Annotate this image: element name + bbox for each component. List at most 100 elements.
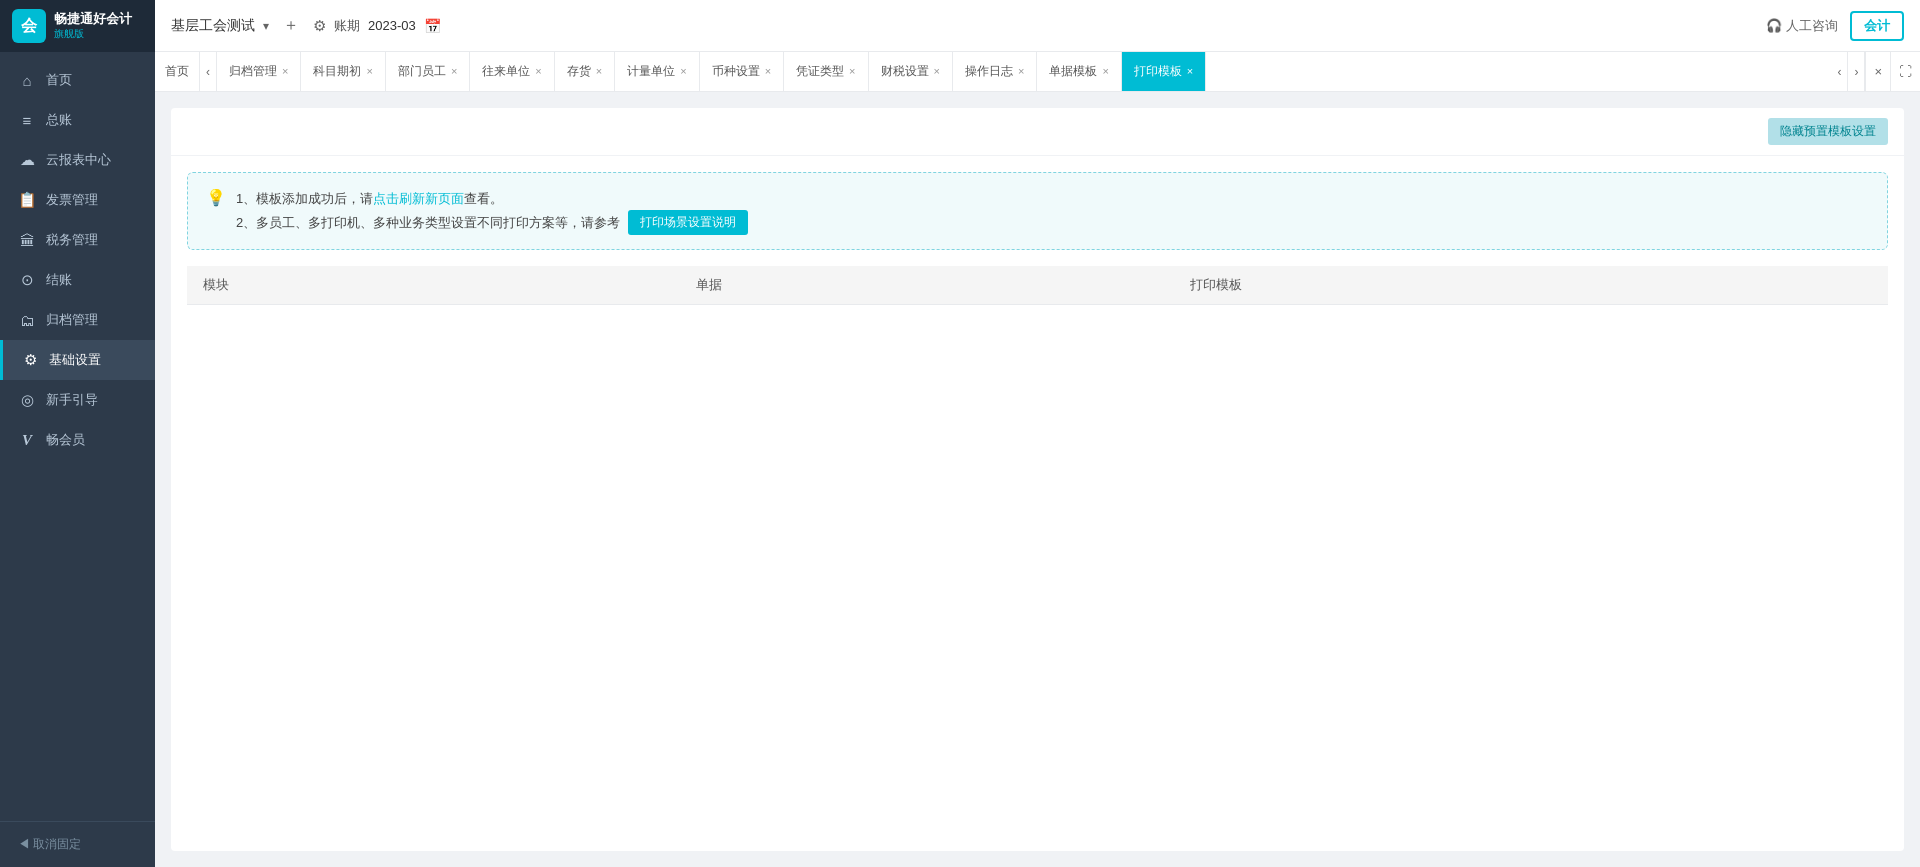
tab-customer-label: 往来单位 [482,63,530,80]
tab-printtemplate[interactable]: 打印模板 × [1122,52,1206,91]
sidebar-item-archive[interactable]: 🗂 归档管理 [0,300,155,340]
hide-template-button[interactable]: 隐藏预置模板设置 [1768,118,1888,145]
archive-icon: 🗂 [18,312,36,329]
col-template: 打印模板 [1174,266,1888,305]
tab-oplog[interactable]: 操作日志 × [953,52,1037,91]
tab-currency-label: 币种设置 [712,63,760,80]
table-container: 模块 单据 打印模板 [171,266,1904,321]
sidebar-item-tax[interactable]: 🏛 税务管理 [0,220,155,260]
sidebar-item-home-label: 首页 [46,71,72,89]
sidebar-unpin[interactable]: ◀ 取消固定 [0,821,155,867]
settings-icon: ⚙ [21,351,39,369]
tab-stock-close[interactable]: × [596,66,602,77]
service-button[interactable]: 🎧 人工咨询 [1766,17,1838,35]
info-line1-suffix: 查看。 [464,191,503,206]
period-label: 账期 [334,17,360,35]
app-logo: 会 畅捷通好会计 旗舰版 [0,0,155,52]
print-template-table: 模块 单据 打印模板 [187,266,1888,305]
tab-voucher-close[interactable]: × [849,66,855,77]
tab-scroll-left[interactable]: ‹ [1831,52,1848,91]
sidebar: 会 畅捷通好会计 旗舰版 ⌂ 首页 ≡ 总账 ☁ 云报表中心 📋 发票管理 🏛 … [0,0,155,867]
col-document: 单据 [680,266,1173,305]
kuaiji-button[interactable]: 会计 [1850,11,1904,41]
guide-icon: ◎ [18,391,36,409]
sidebar-item-closing[interactable]: ⊙ 结账 [0,260,155,300]
tab-close-all[interactable]: × [1865,52,1890,91]
tab-dept-close[interactable]: × [451,66,457,77]
topbar-left: 基层工会测试 ▾ ＋ ⚙ 账期 2023-03 📅 [171,13,441,38]
closing-icon: ⊙ [18,271,36,289]
cloud-icon: ☁ [18,151,36,169]
period-value: 2023-03 [368,18,416,33]
sidebar-item-ledger[interactable]: ≡ 总账 [0,100,155,140]
tab-currency-close[interactable]: × [765,66,771,77]
sidebar-item-settings-label: 基础设置 [49,351,101,369]
sidebar-item-reports-label: 云报表中心 [46,151,111,169]
tab-finance[interactable]: 财税设置 × [869,52,953,91]
ledger-icon: ≡ [18,112,36,129]
sidebar-nav: ⌂ 首页 ≡ 总账 ☁ 云报表中心 📋 发票管理 🏛 税务管理 ⊙ 结账 🗂 归… [0,52,155,821]
content-panel: 隐藏预置模板设置 💡 1、模板添加成功后，请点击刷新新页面查看。 2、多员工、多… [171,108,1904,851]
tab-oplog-label: 操作日志 [965,63,1013,80]
tab-customer[interactable]: 往来单位 × [470,52,554,91]
tab-dept-label: 部门员工 [398,63,446,80]
main-area: 基层工会测试 ▾ ＋ ⚙ 账期 2023-03 📅 🎧 人工咨询 会计 首页 ‹… [155,0,1920,867]
tab-expand[interactable]: ⛶ [1890,52,1920,91]
info-bulb-icon: 💡 [206,188,226,207]
tab-template-close[interactable]: × [1102,66,1108,77]
tab-unit-label: 计量单位 [627,63,675,80]
tab-finance-label: 财税设置 [881,63,929,80]
company-dropdown-icon[interactable]: ▾ [263,19,269,33]
tab-home-label: 首页 [165,63,189,80]
sidebar-item-settings[interactable]: ⚙ 基础设置 [0,340,155,380]
tab-home[interactable]: 首页 [155,52,200,91]
tab-currency[interactable]: 币种设置 × [700,52,784,91]
info-box: 💡 1、模板添加成功后，请点击刷新新页面查看。 2、多员工、多打印机、多种业务类… [187,172,1888,250]
tab-voucher-label: 凭证类型 [796,63,844,80]
info-line2: 2、多员工、多打印机、多种业务类型设置不同打印方案等，请参考 打印场景设置说明 [236,210,748,235]
sidebar-item-invoice[interactable]: 📋 发票管理 [0,180,155,220]
service-icon: 🎧 [1766,18,1782,33]
tab-subject[interactable]: 科目期初 × [301,52,385,91]
tab-stock-label: 存货 [567,63,591,80]
tab-unit[interactable]: 计量单位 × [615,52,699,91]
sidebar-item-home[interactable]: ⌂ 首页 [0,60,155,100]
tab-scroll-right[interactable]: › [1848,52,1865,91]
tab-printtemplate-close[interactable]: × [1187,66,1193,77]
unpin-label: ◀ 取消固定 [18,836,81,853]
tab-voucher[interactable]: 凭证类型 × [784,52,868,91]
tab-customer-close[interactable]: × [535,66,541,77]
tab-stock[interactable]: 存货 × [555,52,615,91]
calendar-icon[interactable]: 📅 [424,18,441,34]
member-icon: V [18,432,36,449]
sidebar-item-guide[interactable]: ◎ 新手引导 [0,380,155,420]
sidebar-item-invoice-label: 发票管理 [46,191,98,209]
tab-nav-prev[interactable]: ‹ [200,52,217,91]
sidebar-item-reports[interactable]: ☁ 云报表中心 [0,140,155,180]
sidebar-item-guide-label: 新手引导 [46,391,98,409]
tab-finance-close[interactable]: × [934,66,940,77]
tab-template[interactable]: 单据模板 × [1037,52,1121,91]
add-company-icon[interactable]: ＋ [277,13,305,38]
tab-archive-close[interactable]: × [282,66,288,77]
tab-unit-close[interactable]: × [680,66,686,77]
company-settings-icon[interactable]: ⚙ [313,17,326,35]
sidebar-item-tax-label: 税务管理 [46,231,98,249]
tax-icon: 🏛 [18,232,36,249]
table-header: 模块 单据 打印模板 [187,266,1888,305]
info-line2-prefix: 2、多员工、多打印机、多种业务类型设置不同打印方案等，请参考 [236,211,620,234]
tab-oplog-close[interactable]: × [1018,66,1024,77]
col-module: 模块 [187,266,680,305]
logo-icon: 会 [12,9,46,43]
info-refresh-link[interactable]: 点击刷新新页面 [373,191,464,206]
sidebar-item-member[interactable]: V 畅会员 [0,420,155,460]
content-area: 隐藏预置模板设置 💡 1、模板添加成功后，请点击刷新新页面查看。 2、多员工、多… [155,92,1920,867]
app-title: 畅捷通好会计 [54,11,132,27]
invoice-icon: 📋 [18,191,36,209]
tab-archive[interactable]: 归档管理 × [217,52,301,91]
home-icon: ⌂ [18,72,36,89]
service-label: 人工咨询 [1786,17,1838,35]
tab-subject-close[interactable]: × [366,66,372,77]
tab-dept[interactable]: 部门员工 × [386,52,470,91]
print-scene-button[interactable]: 打印场景设置说明 [628,210,748,235]
